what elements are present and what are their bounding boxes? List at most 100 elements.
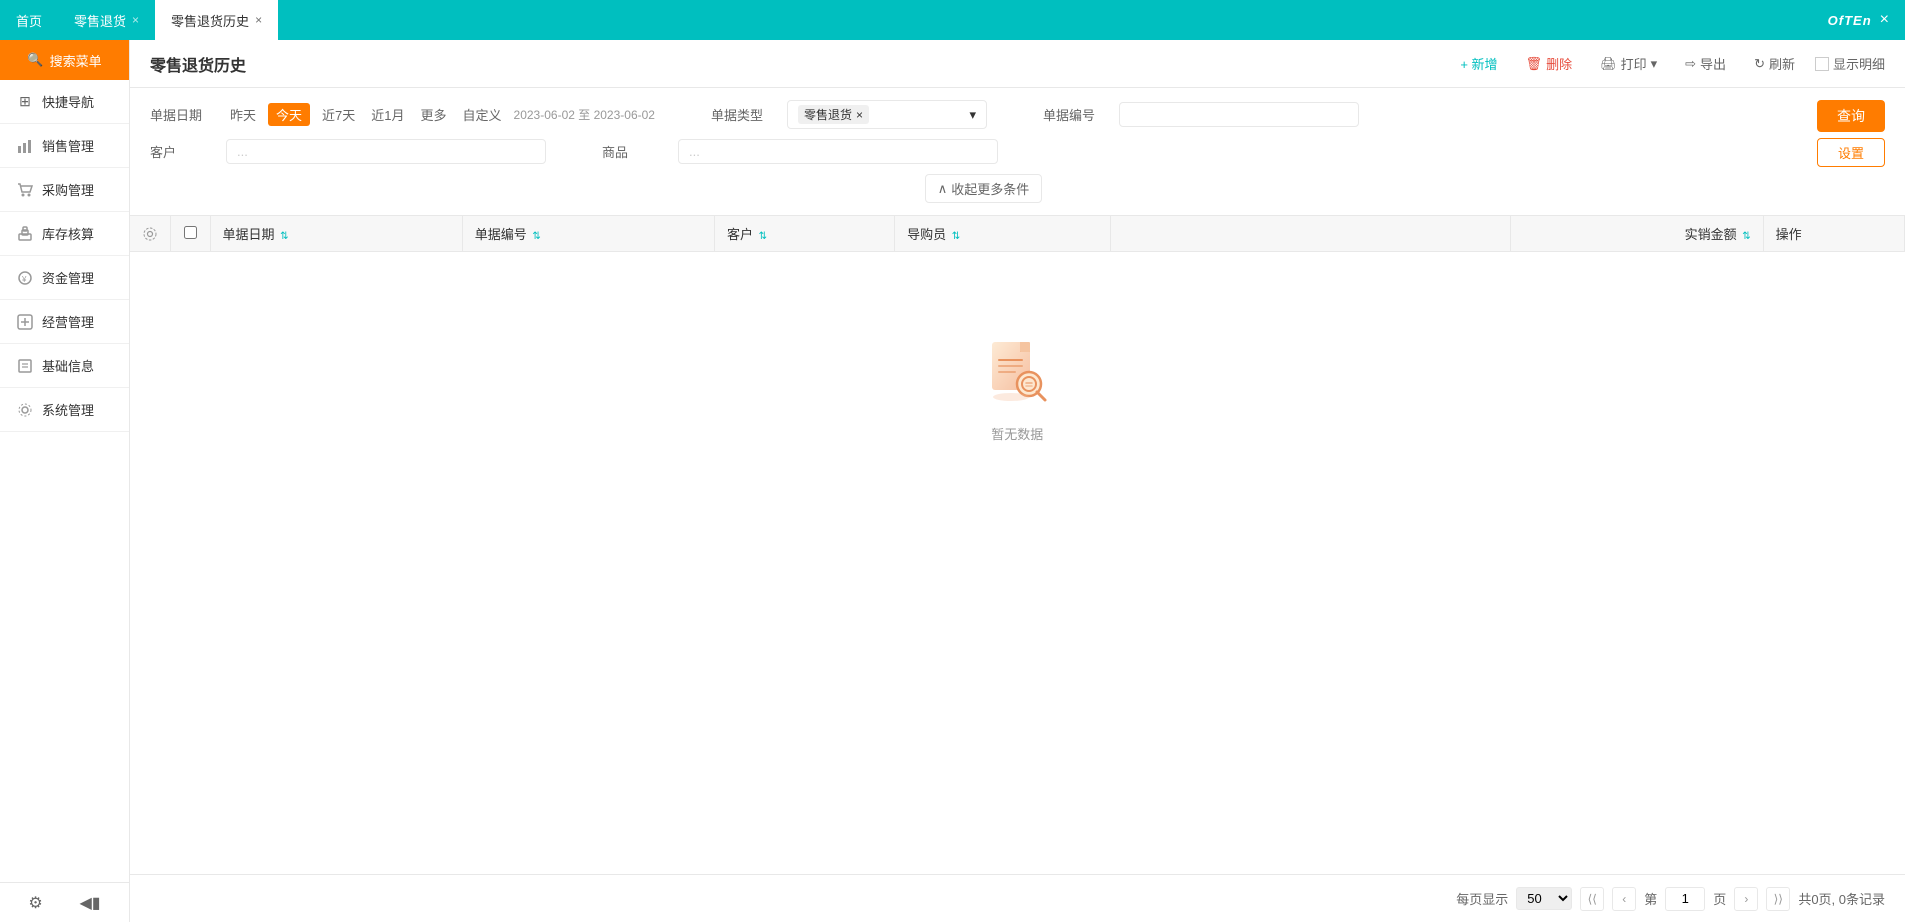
filter-actions: 查询 设置 [1817,100,1885,167]
col-doc-number: 单据编号 ⇅ [462,216,714,252]
export-icon: ⇨ [1685,56,1696,72]
col-guide-sort[interactable]: ⇅ [952,231,960,242]
page-title: 零售退货历史 [150,52,246,76]
tab-retail-return-history[interactable]: 零售退货历史 × [155,0,278,40]
sidebar-search-label: 搜索菜单 [50,51,102,70]
collapse-row: ∧ 收起更多条件 [150,174,1817,203]
table-container: 单据日期 ⇅ 单据编号 ⇅ 客户 ⇅ 导购员 ⇅ [130,216,1905,874]
sidebar-item-purchase-label: 采购管理 [42,180,94,199]
tab-retail-return-history-close[interactable]: × [255,13,262,27]
export-button[interactable]: ⇨ 导出 [1677,50,1734,77]
delete-icon: 🗑 [1526,56,1543,72]
col-amount-sort[interactable]: ⇅ [1742,231,1750,242]
sidebar-item-quick-nav-label: 快捷导航 [42,92,94,111]
inventory-icon [16,225,34,243]
goods-filter-input[interactable]: ... [678,139,998,164]
display-detail-toggle[interactable]: 显示明细 [1815,54,1885,73]
quick-nav-icon: ⊞ [16,93,34,111]
topbar-right: OfTEn × [1828,11,1905,29]
filter-settings-button[interactable]: 设置 [1817,138,1885,167]
collapse-label: 收起更多条件 [951,179,1029,198]
print-label: 打印 [1621,54,1647,73]
delete-button[interactable]: 🗑 删除 [1518,50,1581,77]
page-actions: + 新增 🗑 删除 🖨 打印 ▾ ⇨ 导出 ↻ 刷新 [1452,50,1885,77]
col-customer-sort[interactable]: ⇅ [759,231,767,242]
col-guide-label: 导购员 [907,227,946,242]
type-tag-label: 零售退货 [804,106,852,123]
table-body: 暂无数据 [130,252,1905,524]
sidebar-search-btn[interactable]: 🔍 搜索菜单 [0,40,129,80]
col-checkbox [170,216,210,252]
purchase-icon [16,181,34,199]
next-page-btn[interactable]: › [1734,887,1758,911]
customer-placeholder: ... [237,144,248,159]
new-label: + 新增 [1460,54,1497,73]
col-doc-date-label: 单据日期 [223,227,275,242]
query-button[interactable]: 查询 [1817,100,1885,132]
settings-bottom-btn[interactable]: ⚙ [28,893,42,913]
content-area: 零售退货历史 + 新增 🗑 删除 🖨 打印 ▾ ⇨ 导出 [130,40,1905,922]
page-size-label: 每页显示 [1456,889,1508,908]
page-size-select[interactable]: 10 20 50 100 [1516,887,1572,910]
display-detail-checkbox[interactable] [1815,57,1829,71]
filter-row-1: 单据日期 昨天 今天 近7天 近1月 更多 自定义 2023-06-02 至 2… [150,100,1817,129]
customer-filter-input[interactable]: ... [226,139,546,164]
tab-retail-return-close[interactable]: × [132,13,139,27]
sidebar-item-finance[interactable]: ¥ 资金管理 [0,256,129,300]
col-spacer [1111,216,1511,252]
col-guide: 导购员 ⇅ [895,216,1111,252]
doc-number-input[interactable] [1119,102,1359,127]
sidebar-item-finance-label: 资金管理 [42,268,94,287]
tab-home[interactable]: 首页 [0,0,58,40]
date-btn-more[interactable]: 更多 [417,103,451,126]
tab-retail-return[interactable]: 零售退货 × [58,0,155,40]
volume-bottom-btn[interactable]: ◀▮ [79,893,100,913]
date-btn-yesterday[interactable]: 昨天 [226,103,260,126]
page-input[interactable] [1665,887,1705,911]
new-button[interactable]: + 新增 [1452,50,1505,77]
customer-filter-label: 客户 [150,142,210,161]
type-tag-remove[interactable]: × [856,108,863,122]
finance-icon: ¥ [16,269,34,287]
col-doc-date-sort[interactable]: ⇅ [280,231,288,242]
collapse-btn[interactable]: ∧ 收起更多条件 [925,174,1043,203]
date-btn-custom[interactable]: 自定义 [459,103,506,126]
table-header: 单据日期 ⇅ 单据编号 ⇅ 客户 ⇅ 导购员 ⇅ [130,216,1905,252]
sidebar: 🔍 搜索菜单 ⊞ 快捷导航 销售管理 采购管理 [0,40,130,922]
empty-illustration [977,332,1057,412]
empty-row: 暂无数据 [130,252,1905,524]
sidebar-item-purchase[interactable]: 采购管理 [0,168,129,212]
type-filter-select[interactable]: 零售退货 × ▾ [787,100,987,129]
sidebar-item-operations[interactable]: 经营管理 [0,300,129,344]
table-settings-icon[interactable] [143,227,157,241]
operations-icon [16,313,34,331]
date-btn-today[interactable]: 今天 [268,103,310,126]
first-page-btn[interactable]: ⟨⟨ [1580,887,1604,911]
filter-row-2: 客户 ... 商品 ... [150,139,1817,164]
refresh-button[interactable]: ↻ 刷新 [1746,50,1803,77]
page-unit: 页 [1713,889,1726,908]
sidebar-item-sales[interactable]: 销售管理 [0,124,129,168]
tab-retail-return-history-label: 零售退货历史 [171,11,249,30]
export-label: 导出 [1700,54,1726,73]
date-btn-last7[interactable]: 近7天 [318,103,359,126]
select-all-checkbox[interactable] [184,226,197,239]
prev-page-btn[interactable]: ‹ [1612,887,1636,911]
date-filter-label: 单据日期 [150,105,210,124]
page-label: 第 [1644,889,1657,908]
window-close-btn[interactable]: × [1880,11,1889,29]
pagination: 每页显示 10 20 50 100 ⟨⟨ ‹ 第 页 › ⟩⟩ 共0页, 0条记… [130,874,1905,922]
filter-main: 单据日期 昨天 今天 近7天 近1月 更多 自定义 2023-06-02 至 2… [150,100,1885,203]
last-page-btn[interactable]: ⟩⟩ [1766,887,1790,911]
col-action-label: 操作 [1776,227,1802,242]
col-amount-label: 实销金额 [1685,227,1737,242]
date-btn-last-month[interactable]: 近1月 [367,103,408,126]
sidebar-item-basic-info[interactable]: 基础信息 [0,344,129,388]
col-doc-number-sort[interactable]: ⇅ [532,231,540,242]
sidebar-item-inventory[interactable]: 库存核算 [0,212,129,256]
page-header: 零售退货历史 + 新增 🗑 删除 🖨 打印 ▾ ⇨ 导出 [130,40,1905,88]
sidebar-item-system-label: 系统管理 [42,400,94,419]
sidebar-item-system[interactable]: 系统管理 [0,388,129,432]
print-button[interactable]: 🖨 打印 ▾ [1592,50,1665,77]
sidebar-item-quick-nav[interactable]: ⊞ 快捷导航 [0,80,129,124]
